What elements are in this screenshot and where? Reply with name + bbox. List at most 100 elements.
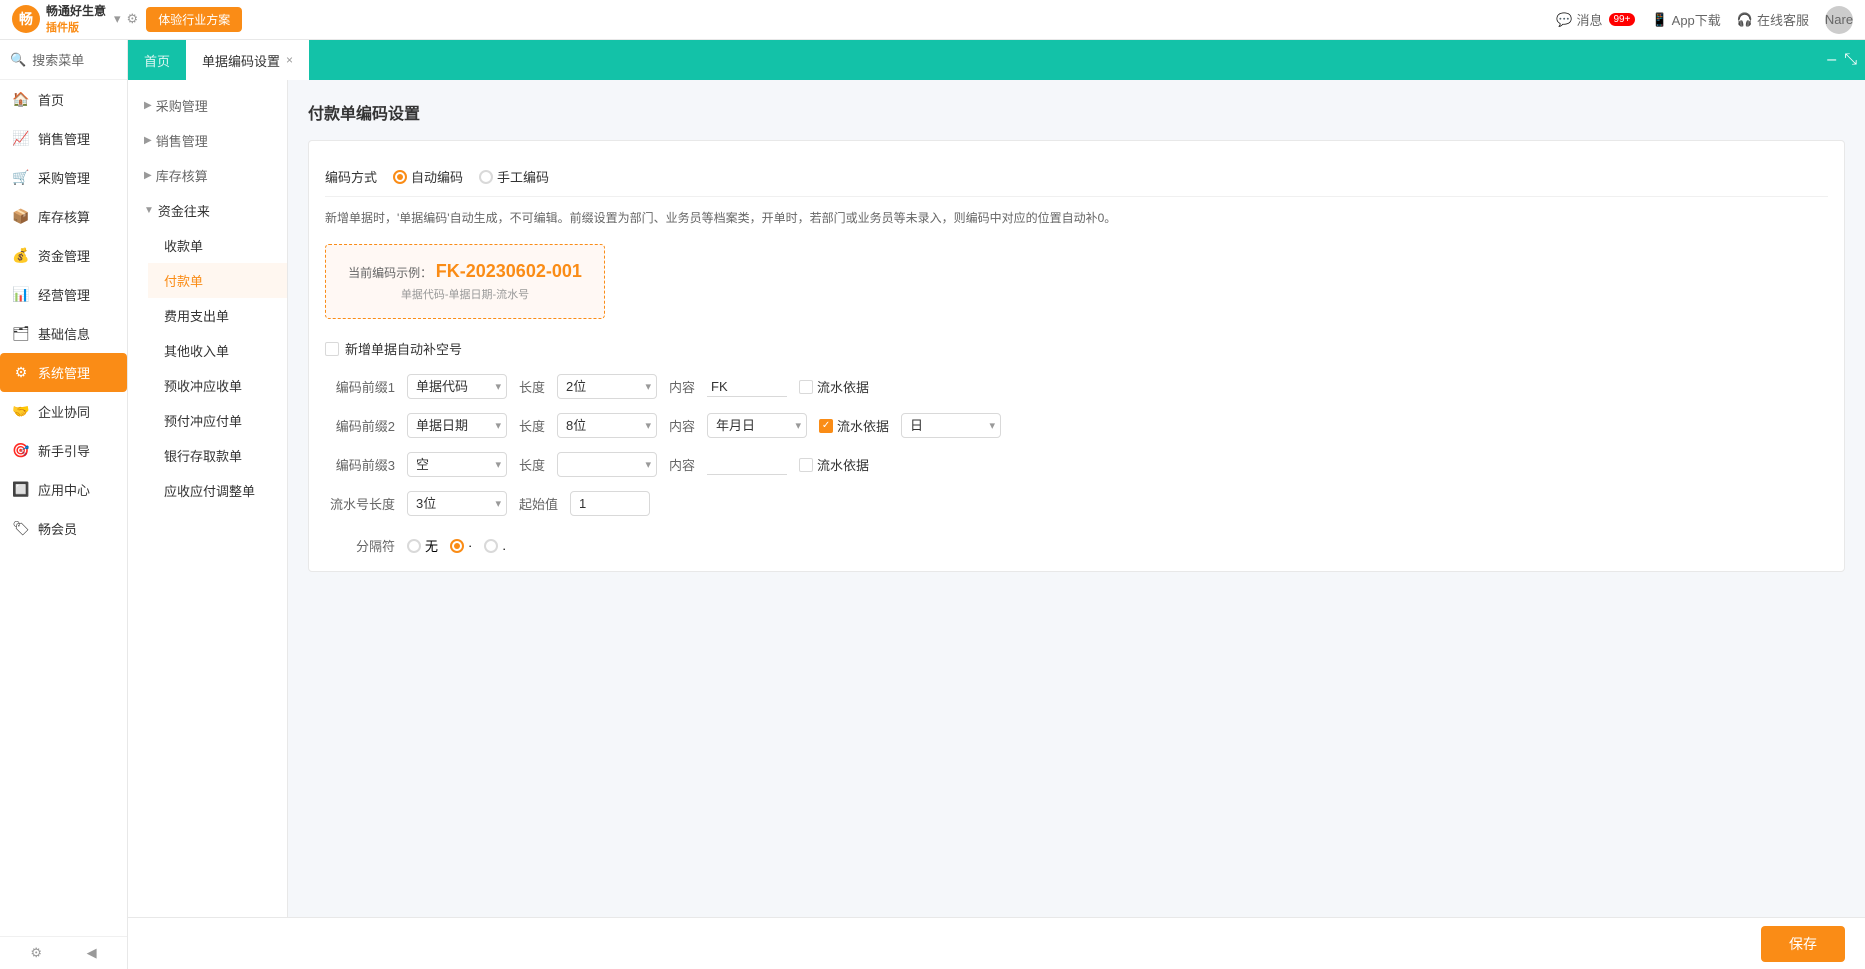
len3-select-wrapper[interactable] [557, 452, 657, 477]
content2-select-wrapper[interactable]: 年月日 [707, 413, 807, 438]
search-label: 搜索菜单 [32, 50, 84, 69]
message-group[interactable]: 💬 消息 99+ [1556, 10, 1635, 29]
second-nav-label: 其他收入单 [164, 341, 229, 360]
serial-row: 流水号长度 3位 起始值 [325, 491, 1828, 516]
prefix2-select[interactable]: 单据日期 [407, 413, 507, 438]
sidebar-item-label: 销售管理 [38, 129, 90, 148]
second-nav-inventory[interactable]: 库存核算 [128, 158, 287, 193]
bottom-bar: 保存 [128, 917, 1865, 969]
search-icon: 🔍 [10, 52, 26, 68]
membership-icon: 🏷 [12, 520, 30, 538]
sidebar-item-collab[interactable]: 🤝 企业协同 [0, 392, 127, 431]
prefix3-select[interactable]: 空 [407, 452, 507, 477]
sidebar-item-home[interactable]: 🏠 首页 [0, 80, 127, 119]
main-layout: 🔍 搜索菜单 🏠 首页 📈 销售管理 🛒 采购管理 📦 库存核算 💰 [0, 40, 1865, 969]
second-nav-receipt[interactable]: 收款单 [148, 228, 287, 263]
stream2-unit-wrapper[interactable]: 日 [901, 413, 1001, 438]
second-nav-label: 采购管理 [156, 96, 208, 115]
prefix2-row: 编码前缀2 单据日期 长度 8位 [325, 413, 1828, 438]
sidebar-item-label: 企业协同 [38, 402, 90, 421]
prefix1-select-wrapper[interactable]: 单据代码 [407, 374, 507, 399]
sidebar-item-guide[interactable]: 🎯 新手引导 [0, 431, 127, 470]
auto-fill-checkbox[interactable] [325, 342, 339, 356]
second-nav-prepay-pay[interactable]: 预付冲应付单 [148, 403, 287, 438]
sidebar-item-label: 系统管理 [38, 363, 90, 382]
tab-encode-settings[interactable]: 单据编码设置 × [186, 40, 309, 80]
second-nav-capital[interactable]: 资金往来 [128, 193, 287, 228]
sidebar-item-label: 经营管理 [38, 285, 90, 304]
minimize-btn[interactable]: – [1827, 51, 1836, 69]
auto-code-radio-dot [393, 170, 407, 184]
industry-btn[interactable]: 体验行业方案 [146, 7, 242, 32]
sidebar-item-finance[interactable]: 💰 资金管理 [0, 236, 127, 275]
second-nav-label: 付款单 [164, 271, 203, 290]
serial-len-label: 流水号长度 [325, 494, 395, 513]
second-nav-sales[interactable]: 销售管理 [128, 123, 287, 158]
sidebar-item-membership[interactable]: 🏷 畅会员 [0, 509, 127, 548]
manual-code-label: 手工编码 [497, 167, 549, 186]
stream3-checkbox[interactable]: 流水依据 [799, 455, 869, 474]
manual-code-radio-dot [479, 170, 493, 184]
sidebar-item-inventory[interactable]: 📦 库存核算 [0, 197, 127, 236]
second-nav-expense[interactable]: 费用支出单 [148, 298, 287, 333]
tab-expand-area: – ⤡ [1827, 51, 1865, 69]
sidebar-item-sales[interactable]: 📈 销售管理 [0, 119, 127, 158]
sep-none-radio[interactable]: 无 [407, 536, 438, 555]
sidebar-item-label: 基础信息 [38, 324, 90, 343]
sidebar-item-base-info[interactable]: 🗂 基础信息 [0, 314, 127, 353]
content3-label: 内容 [669, 455, 695, 474]
len2-select[interactable]: 8位 [557, 413, 657, 438]
sep-dot-radio[interactable]: . [484, 538, 506, 553]
avatar[interactable]: Nare [1825, 6, 1853, 34]
second-sidebar: 采购管理 销售管理 库存核算 资金往来 收款单 付款单 [128, 80, 288, 917]
tab-home[interactable]: 首页 [128, 40, 186, 80]
content2-label: 内容 [669, 416, 695, 435]
second-nav-other-income[interactable]: 其他收入单 [148, 333, 287, 368]
sidebar-item-appstore[interactable]: 🔲 应用中心 [0, 470, 127, 509]
second-nav-payment[interactable]: 付款单 [148, 263, 287, 298]
app-download-group[interactable]: 📱 App下载 [1651, 10, 1720, 29]
second-nav-bank[interactable]: 银行存取款单 [148, 438, 287, 473]
len3-select[interactable] [557, 452, 657, 477]
content2-select[interactable]: 年月日 [707, 413, 807, 438]
len2-label: 长度 [519, 416, 545, 435]
home-icon: 🏠 [12, 91, 30, 109]
start-val-input[interactable] [570, 491, 650, 516]
second-nav-label: 收款单 [164, 236, 203, 255]
second-nav-prepay-recv[interactable]: 预收冲应收单 [148, 368, 287, 403]
sidebar-item-system[interactable]: ⚙ 系统管理 [0, 353, 127, 392]
stream2-unit-select[interactable]: 日 [901, 413, 1001, 438]
len2-select-wrapper[interactable]: 8位 [557, 413, 657, 438]
search-menu[interactable]: 🔍 搜索菜单 [0, 40, 127, 80]
expand-btn[interactable]: ⤡ [1844, 51, 1857, 69]
sales-icon: 📈 [12, 130, 30, 148]
manual-code-radio[interactable]: 手工编码 [479, 167, 549, 186]
collapse-icon[interactable]: ◀ [87, 945, 97, 961]
sep-dash-radio[interactable]: · [450, 538, 472, 553]
len1-select-wrapper[interactable]: 2位 [557, 374, 657, 399]
content1-input[interactable] [707, 377, 787, 397]
serial-len-wrapper[interactable]: 3位 [407, 491, 507, 516]
prefix1-select[interactable]: 单据代码 [407, 374, 507, 399]
breadcrumb-text: ▾ [114, 11, 121, 27]
prefix3-select-wrapper[interactable]: 空 [407, 452, 507, 477]
second-nav-purchase[interactable]: 采购管理 [128, 88, 287, 123]
sidebar-item-purchase[interactable]: 🛒 采购管理 [0, 158, 127, 197]
stream2-checkbox[interactable]: 流水依据 [819, 416, 889, 435]
serial-len-select[interactable]: 3位 [407, 491, 507, 516]
content3-input[interactable] [707, 455, 787, 475]
sidebar-item-operations[interactable]: 📊 经营管理 [0, 275, 127, 314]
settings-bottom-icon[interactable]: ⚙ [30, 945, 42, 961]
len3-label: 长度 [519, 455, 545, 474]
save-button[interactable]: 保存 [1761, 926, 1845, 962]
stream1-checkbox[interactable]: 流水依据 [799, 377, 869, 396]
prefix2-select-wrapper[interactable]: 单据日期 [407, 413, 507, 438]
prefix3-label: 编码前缀3 [325, 455, 395, 474]
len1-select[interactable]: 2位 [557, 374, 657, 399]
settings-icon[interactable]: ⚙ [127, 11, 139, 27]
auto-code-radio[interactable]: 自动编码 [393, 167, 463, 186]
second-nav-adjust[interactable]: 应收应付调整单 [148, 473, 287, 508]
second-nav-label: 银行存取款单 [164, 446, 242, 465]
online-service-group[interactable]: 🎧 在线客服 [1737, 10, 1809, 29]
tab-close-icon[interactable]: × [286, 53, 293, 67]
